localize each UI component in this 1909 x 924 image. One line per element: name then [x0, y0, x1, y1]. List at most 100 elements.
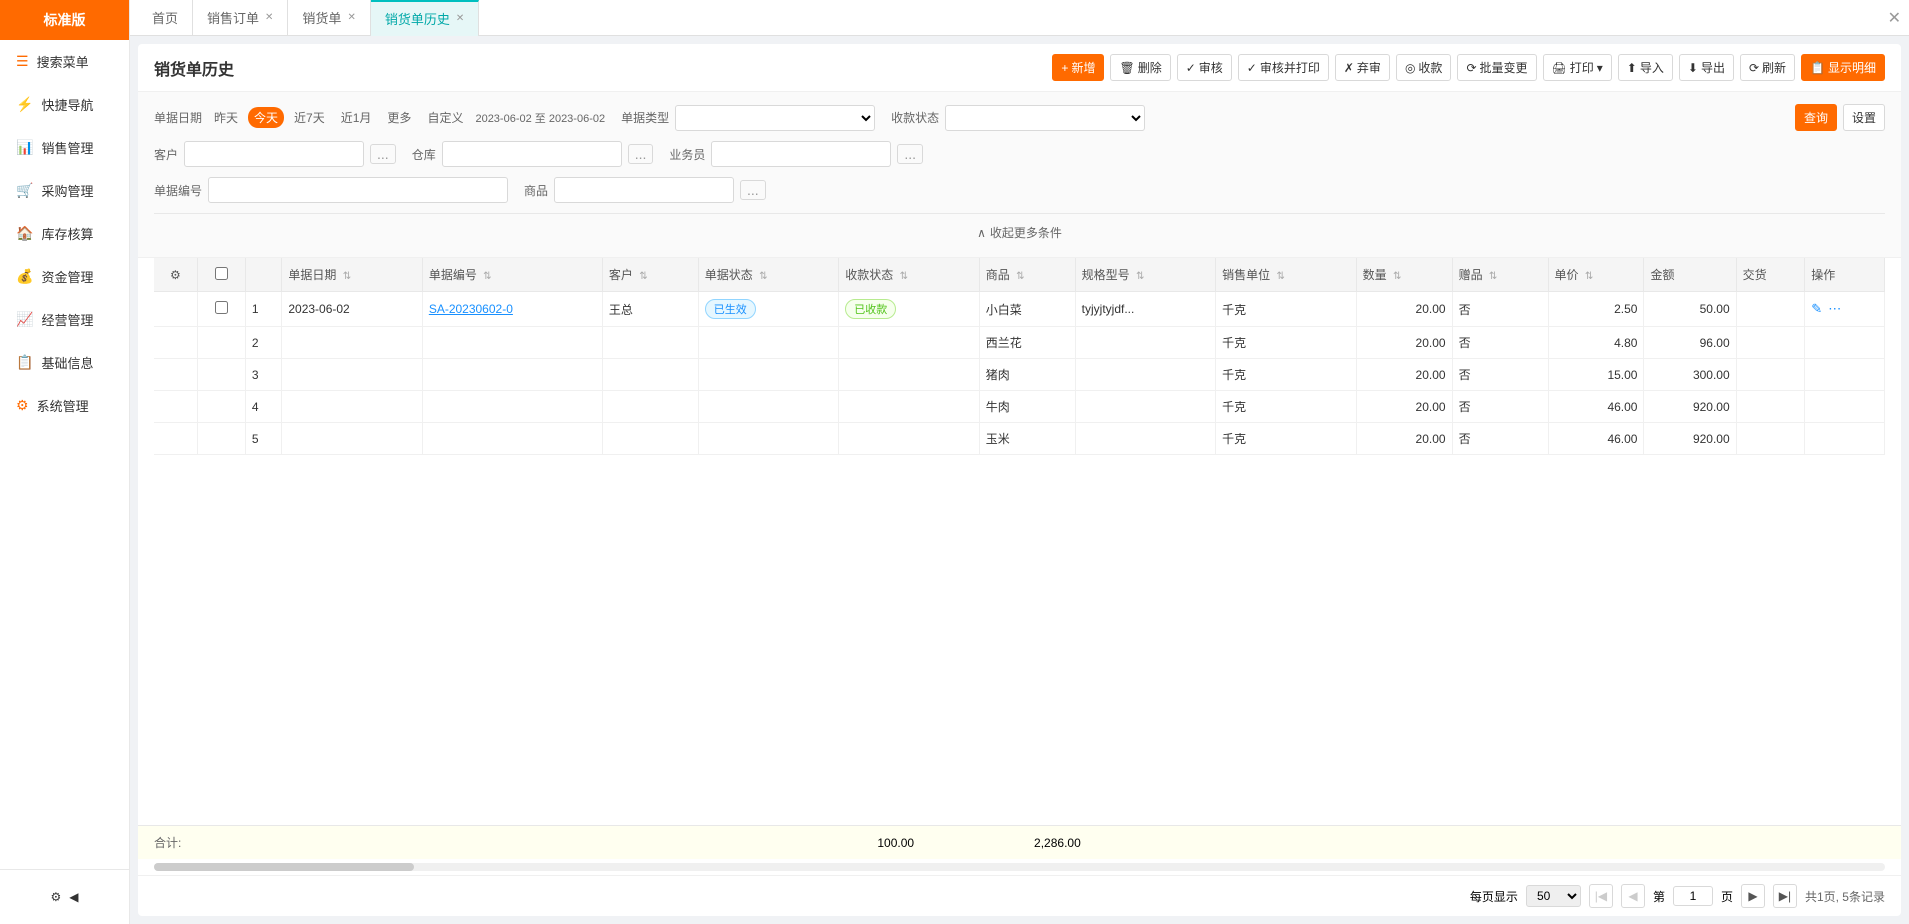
th-doc-date[interactable]: 单据日期 ⇅	[282, 258, 422, 292]
row-checkbox[interactable]	[197, 327, 245, 359]
sort-payment-status-icon[interactable]: ⇅	[900, 271, 908, 282]
th-unit-price[interactable]: 单价 ⇅	[1548, 258, 1644, 292]
sort-gift-icon[interactable]: ⇅	[1489, 271, 1497, 282]
warehouse-input[interactable]	[442, 141, 622, 167]
sidebar-item-operation[interactable]: 📈 经营管理	[0, 298, 129, 341]
th-goods[interactable]: 商品 ⇅	[979, 258, 1075, 292]
sort-unit-price-icon[interactable]: ⇅	[1585, 271, 1593, 282]
row-checkbox[interactable]	[197, 292, 245, 327]
filter-settings-button[interactable]: 设置	[1843, 104, 1885, 131]
sort-doc-num-icon[interactable]: ⇅	[483, 271, 491, 282]
sidebar-item-label: 基础信息	[41, 353, 93, 372]
audit-button[interactable]: ✓ 审核	[1177, 54, 1232, 81]
th-settings[interactable]: ⚙	[154, 258, 197, 292]
doc-num-link[interactable]: SA-20230602-0	[429, 302, 513, 316]
date-tag-yesterday[interactable]: 昨天	[208, 107, 244, 128]
sort-doc-date-icon[interactable]: ⇅	[343, 271, 351, 282]
tab-sales-invoice-close[interactable]: ✕	[347, 12, 355, 23]
sidebar-item-basic-info[interactable]: 📋 基础信息	[0, 341, 129, 384]
tab-sales-history[interactable]: 销货单历史 ✕	[371, 0, 479, 36]
sidebar-settings-btn[interactable]: ⚙ ◀	[0, 878, 129, 916]
th-doc-status[interactable]: 单据状态 ⇅	[698, 258, 838, 292]
date-tag-7days[interactable]: 近7天	[288, 107, 331, 128]
row-doc-status	[698, 327, 838, 359]
sort-goods-icon[interactable]: ⇅	[1016, 271, 1024, 282]
batch-change-button[interactable]: ⟳ 批量变更	[1457, 54, 1536, 81]
query-button[interactable]: 查询	[1795, 104, 1837, 131]
sidebar-item-sales[interactable]: 📊 销售管理	[0, 126, 129, 169]
staff-input[interactable]	[711, 141, 891, 167]
tab-home[interactable]: 首页	[138, 0, 193, 36]
row-checkbox[interactable]	[197, 391, 245, 423]
next-page-btn[interactable]: ▶	[1741, 884, 1765, 908]
row-spec-type	[1075, 423, 1215, 455]
date-tag-more[interactable]: 更多	[381, 107, 417, 128]
th-doc-date-label: 单据日期	[288, 268, 336, 282]
row-edit-icon[interactable]: ✎	[1811, 301, 1822, 317]
row-checkbox-input[interactable]	[215, 301, 228, 314]
doc-num-input[interactable]	[208, 177, 508, 203]
sort-customer-icon[interactable]: ⇅	[639, 271, 647, 282]
row-doc-date	[282, 423, 422, 455]
tab-sales-history-close[interactable]: ✕	[456, 13, 464, 24]
payment-status-select[interactable]	[945, 105, 1145, 131]
sort-sale-unit-icon[interactable]: ⇅	[1277, 271, 1285, 282]
prev-page-btn[interactable]: ◀	[1621, 884, 1645, 908]
th-quantity[interactable]: 数量 ⇅	[1356, 258, 1452, 292]
staff-dots-btn[interactable]: ...	[897, 144, 923, 164]
th-sale-unit[interactable]: 销售单位 ⇅	[1216, 258, 1356, 292]
row-checkbox[interactable]	[197, 359, 245, 391]
first-page-btn[interactable]: |◀	[1589, 884, 1613, 908]
tabs-close-all[interactable]: ✕	[1888, 8, 1901, 28]
sidebar-item-quick-nav[interactable]: ⚡ 快捷导航	[0, 83, 129, 126]
row-sale-unit: 千克	[1216, 292, 1356, 327]
sidebar-item-inventory[interactable]: 🏠 库存核算	[0, 212, 129, 255]
print-button[interactable]: 🖨 打印 ▾	[1543, 54, 1612, 81]
last-page-btn[interactable]: ▶|	[1773, 884, 1797, 908]
collapse-filter-btn[interactable]: ∧ 收起更多条件	[965, 220, 1074, 245]
tab-sales-invoice[interactable]: 销货单 ✕	[288, 0, 370, 36]
select-all-checkbox[interactable]	[215, 267, 228, 280]
tab-sales-order[interactable]: 销售订单 ✕	[193, 0, 288, 36]
warehouse-dots-btn[interactable]: ...	[628, 144, 654, 164]
sort-spec-type-icon[interactable]: ⇅	[1136, 271, 1144, 282]
refresh-button[interactable]: ⟳ 刷新	[1740, 54, 1795, 81]
new-button[interactable]: + 新增	[1052, 54, 1104, 81]
date-tag-1month[interactable]: 近1月	[335, 107, 378, 128]
delete-button[interactable]: 🗑 删除	[1110, 54, 1170, 81]
sort-quantity-icon[interactable]: ⇅	[1393, 271, 1401, 282]
goods-input[interactable]	[554, 177, 734, 203]
row-unit-price: 46.00	[1548, 391, 1644, 423]
customer-input[interactable]	[184, 141, 364, 167]
date-tag-custom[interactable]: 自定义	[421, 107, 469, 128]
collect-icon: ◎	[1405, 61, 1415, 75]
goods-dots-btn[interactable]: ...	[740, 180, 766, 200]
show-details-button[interactable]: 📋 显示明细	[1801, 54, 1885, 81]
sidebar-item-search-menu[interactable]: ☰ 搜索菜单	[0, 40, 129, 83]
per-page-select[interactable]: 50 100 200	[1526, 885, 1581, 907]
audit-print-button[interactable]: ✓ 审核并打印	[1238, 54, 1329, 81]
th-gift[interactable]: 赠品 ⇅	[1452, 258, 1548, 292]
collect-button[interactable]: ◎ 收款	[1396, 54, 1452, 81]
tab-sales-order-close[interactable]: ✕	[265, 12, 273, 23]
th-doc-num[interactable]: 单据编号 ⇅	[422, 258, 602, 292]
abandon-button[interactable]: ✗ 弃审	[1335, 54, 1390, 81]
sidebar-item-finance[interactable]: 💰 资金管理	[0, 255, 129, 298]
th-payment-status[interactable]: 收款状态 ⇅	[839, 258, 979, 292]
customer-dots-btn[interactable]: ...	[370, 144, 396, 164]
horizontal-scrollbar[interactable]	[154, 863, 1885, 871]
current-page-input[interactable]	[1673, 886, 1713, 906]
row-checkbox[interactable]	[197, 423, 245, 455]
th-checkbox[interactable]	[197, 258, 245, 292]
export-button[interactable]: ⬇ 导出	[1679, 54, 1734, 81]
sort-doc-status-icon[interactable]: ⇅	[759, 271, 767, 282]
date-tag-today[interactable]: 今天	[248, 107, 284, 128]
th-spec-type[interactable]: 规格型号 ⇅	[1075, 258, 1215, 292]
sidebar-item-purchase[interactable]: 🛒 采购管理	[0, 169, 129, 212]
sidebar-item-system[interactable]: ⚙ 系统管理	[0, 384, 129, 427]
scrollbar-thumb[interactable]	[154, 863, 414, 871]
doc-type-select[interactable]	[675, 105, 875, 131]
row-more-icon[interactable]: ⋯	[1828, 301, 1841, 317]
th-customer[interactable]: 客户 ⇅	[602, 258, 698, 292]
import-button[interactable]: ⬆ 导入	[1618, 54, 1673, 81]
